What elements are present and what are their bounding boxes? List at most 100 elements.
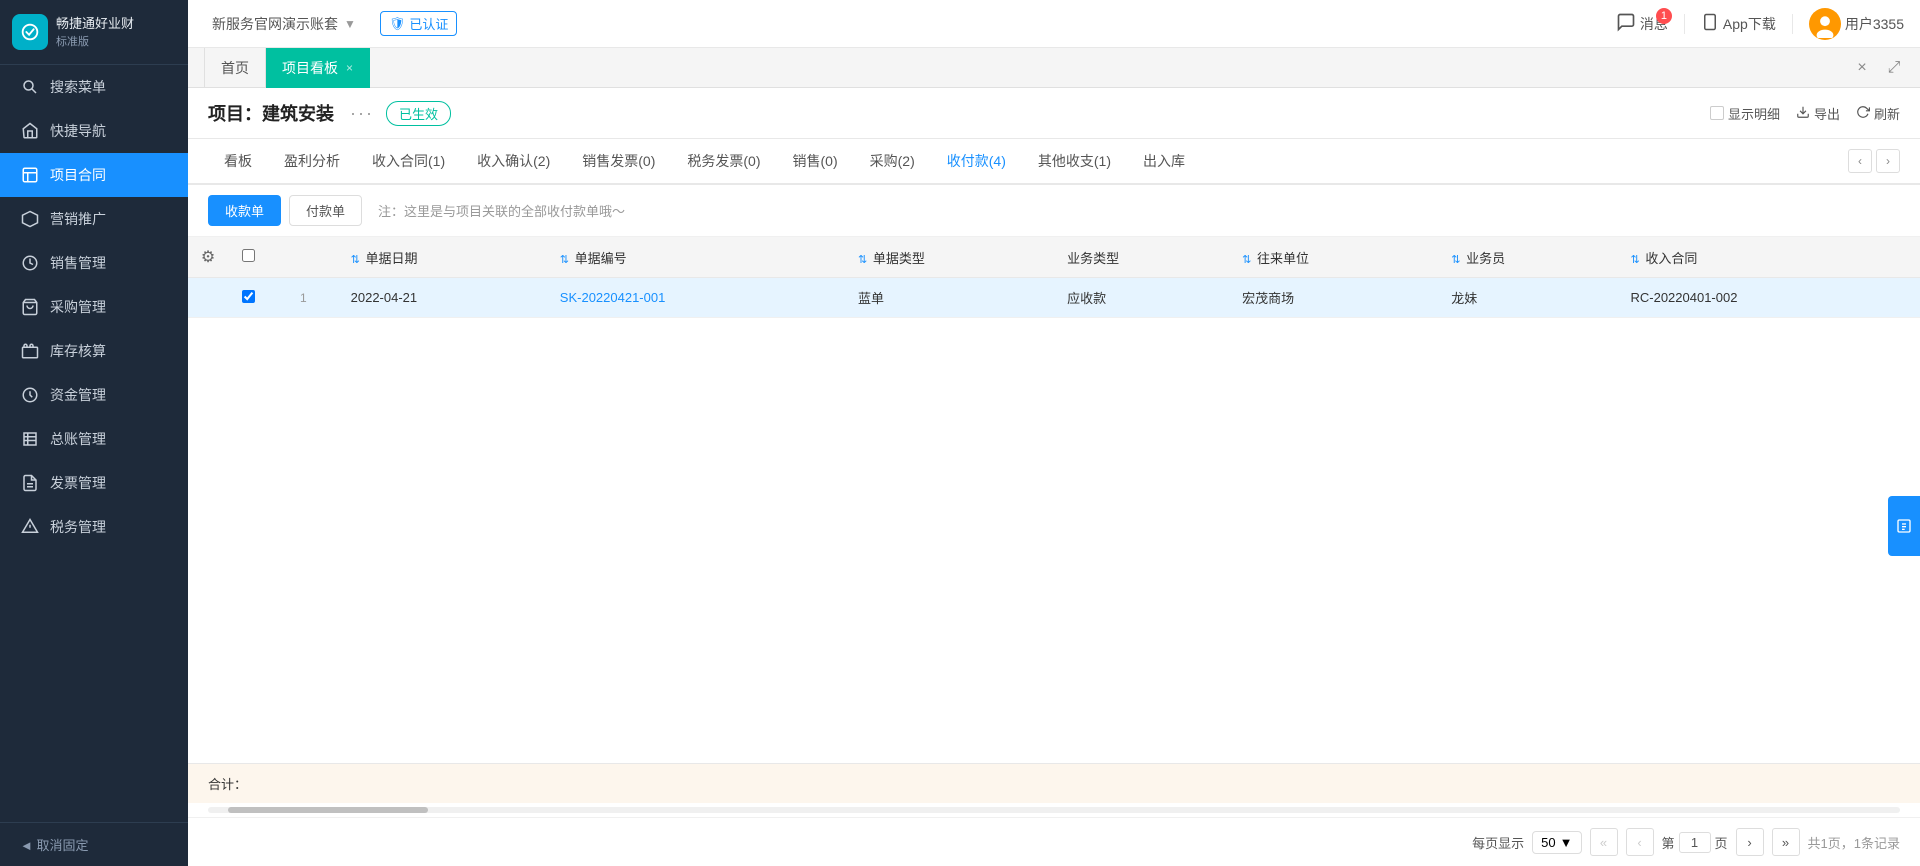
th-number[interactable]: ⇅ 单据编号 [548, 237, 846, 278]
sort-icon-date: ⇅ [351, 254, 360, 266]
sub-tab-sales[interactable]: 销售(0) [777, 139, 854, 185]
close-window-button[interactable]: × [1852, 58, 1872, 78]
first-page-button[interactable]: « [1590, 828, 1618, 856]
sidebar-pin-toggle[interactable]: ◄ 取消固定 [0, 822, 188, 866]
expand-window-button[interactable]: ⤢ [1884, 58, 1904, 78]
sidebar-item-sales[interactable]: 销售管理 [0, 241, 188, 285]
sub-tab-kanban[interactable]: 看板 [208, 139, 268, 185]
receipt-toggle-button[interactable]: 收款单 [208, 195, 281, 226]
row-checkbox-cell [228, 278, 268, 318]
sidebar-item-invoice[interactable]: 发票管理 [0, 461, 188, 505]
page-end-word: 页 [1715, 833, 1728, 852]
search-icon [20, 77, 40, 97]
app-name: 畅捷通好业财 [56, 15, 134, 33]
sidebar-item-project[interactable]: 项目合同 [0, 153, 188, 197]
project-header: 项目：建筑安装 ··· 已生效 显示明细 导出 [188, 88, 1920, 139]
sort-icon-salesperson: ⇅ [1451, 254, 1460, 266]
project-icon [20, 165, 40, 185]
sidebar-item-tax-label: 税务管理 [50, 517, 106, 537]
current-page-input[interactable]: 1 [1679, 832, 1711, 853]
sub-tab-income-contract[interactable]: 收入合同(1) [356, 139, 461, 185]
data-table: ⚙ ⇅ 单据日期 [188, 237, 1920, 763]
column-settings-icon[interactable]: ⚙ [201, 249, 215, 266]
tab-home[interactable]: 首页 [204, 48, 266, 88]
th-date[interactable]: ⇅ 单据日期 [339, 237, 548, 278]
sub-tab-income-confirm[interactable]: 收入确认(2) [461, 139, 566, 185]
row-salesperson-cell: 龙妹 [1439, 278, 1618, 318]
sub-tab-other[interactable]: 其他收支(1) [1022, 139, 1127, 185]
purchase-icon [20, 297, 40, 317]
sidebar-item-finance-label: 资金管理 [50, 385, 106, 405]
th-partner-label: 往来单位 [1257, 251, 1309, 266]
sidebar-item-quick-nav[interactable]: 快捷导航 [0, 109, 188, 153]
th-partner[interactable]: ⇅ 往来单位 [1230, 237, 1439, 278]
tab-project-board[interactable]: 项目看板 × [266, 48, 370, 88]
mobile-icon [1701, 13, 1719, 34]
sub-tab-profit[interactable]: 盈利分析 [268, 139, 356, 185]
prev-page-button[interactable]: ‹ [1626, 828, 1654, 856]
th-checkbox [228, 237, 268, 278]
th-type[interactable]: ⇅ 单据类型 [846, 237, 1055, 278]
row-checkbox[interactable] [242, 290, 255, 303]
tab-home-label: 首页 [221, 58, 249, 78]
toggle-note: 注：这里是与项目关联的全部收付款单哦～ [378, 201, 625, 220]
pagination: 每页显示 50 ▼ « ‹ 第 1 页 › » 共1页，1条记录 [188, 817, 1920, 866]
th-contract[interactable]: ⇅ 收入合同 [1618, 237, 1920, 278]
total-row: 合计： [188, 763, 1920, 803]
sidebar-item-finance[interactable]: 资金管理 [0, 373, 188, 417]
th-biz-type-label: 业务类型 [1067, 251, 1119, 266]
th-salesperson-label: 业务员 [1466, 251, 1505, 266]
export-icon [1796, 105, 1810, 122]
app-download-label: App下载 [1723, 14, 1776, 34]
sub-tab-tax-invoice[interactable]: 税务发票(0) [671, 139, 776, 185]
select-all-checkbox[interactable] [242, 249, 255, 262]
scrollbar-thumb[interactable] [228, 807, 428, 813]
sub-tab-next-arrow[interactable]: › [1876, 149, 1900, 173]
last-page-button[interactable]: » [1772, 828, 1800, 856]
show-detail-checkbox[interactable] [1710, 106, 1724, 120]
fab-button[interactable] [1888, 496, 1920, 556]
payment-toggle-button[interactable]: 付款单 [289, 195, 362, 226]
sub-tab-payment[interactable]: 收付款(4) [931, 139, 1022, 185]
project-more-button[interactable]: ··· [350, 103, 374, 124]
sidebar-item-marketing[interactable]: 营销推广 [0, 197, 188, 241]
th-salesperson[interactable]: ⇅ 业务员 [1439, 237, 1618, 278]
sidebar-item-tax[interactable]: 税务管理 [0, 505, 188, 549]
certified-label: 已认证 [409, 14, 448, 33]
inventory-icon [20, 341, 40, 361]
app-download-button[interactable]: App下载 [1701, 13, 1776, 34]
horizontal-scrollbar[interactable] [208, 807, 1900, 813]
app-logo [12, 14, 48, 50]
sub-tab-purchase[interactable]: 采购(2) [854, 139, 931, 185]
project-status-badge: 已生效 [386, 101, 451, 126]
sort-icon-number: ⇅ [560, 254, 569, 266]
user-menu[interactable]: 用户3355 [1809, 8, 1904, 40]
sidebar-item-ledger[interactable]: 总账管理 [0, 417, 188, 461]
export-button[interactable]: 导出 [1796, 104, 1840, 123]
th-date-label: 单据日期 [365, 251, 417, 266]
topbar: 新服务官网演示账套 ▼ 🛡 已认证 消息 1 [188, 0, 1920, 48]
sub-tab-sales-invoice[interactable]: 销售发票(0) [566, 139, 671, 185]
sub-tab-stock[interactable]: 出入库 [1127, 139, 1201, 185]
content-area: 项目：建筑安装 ··· 已生效 显示明细 导出 [188, 88, 1920, 866]
sidebar-item-purchase[interactable]: 采购管理 [0, 285, 188, 329]
show-detail-toggle[interactable]: 显示明细 [1710, 104, 1780, 123]
account-selector[interactable]: 新服务官网演示账套 ▼ [204, 10, 364, 38]
th-number-label: 单据编号 [575, 251, 627, 266]
sub-tab-prev-arrow[interactable]: ‹ [1848, 149, 1872, 173]
tab-close-icon[interactable]: × [346, 61, 353, 75]
next-page-button[interactable]: › [1736, 828, 1764, 856]
refresh-button[interactable]: 刷新 [1856, 104, 1900, 123]
sidebar-item-inventory[interactable]: 库存核算 [0, 329, 188, 373]
sort-icon-contract: ⇅ [1630, 254, 1639, 266]
certified-badge: 🛡 已认证 [380, 11, 458, 36]
sidebar-item-ledger-label: 总账管理 [50, 429, 106, 449]
page-size-select[interactable]: 50 ▼ [1532, 831, 1581, 854]
message-button[interactable]: 消息 1 [1616, 12, 1668, 35]
invoice-icon [20, 473, 40, 493]
row-number-link[interactable]: SK-20220421-001 [560, 290, 666, 305]
page-size-value: 50 [1541, 835, 1555, 850]
sub-tab-nav: ‹ › [1848, 149, 1900, 173]
refresh-icon [1856, 105, 1870, 122]
sidebar-item-search[interactable]: 搜索菜单 [0, 65, 188, 109]
